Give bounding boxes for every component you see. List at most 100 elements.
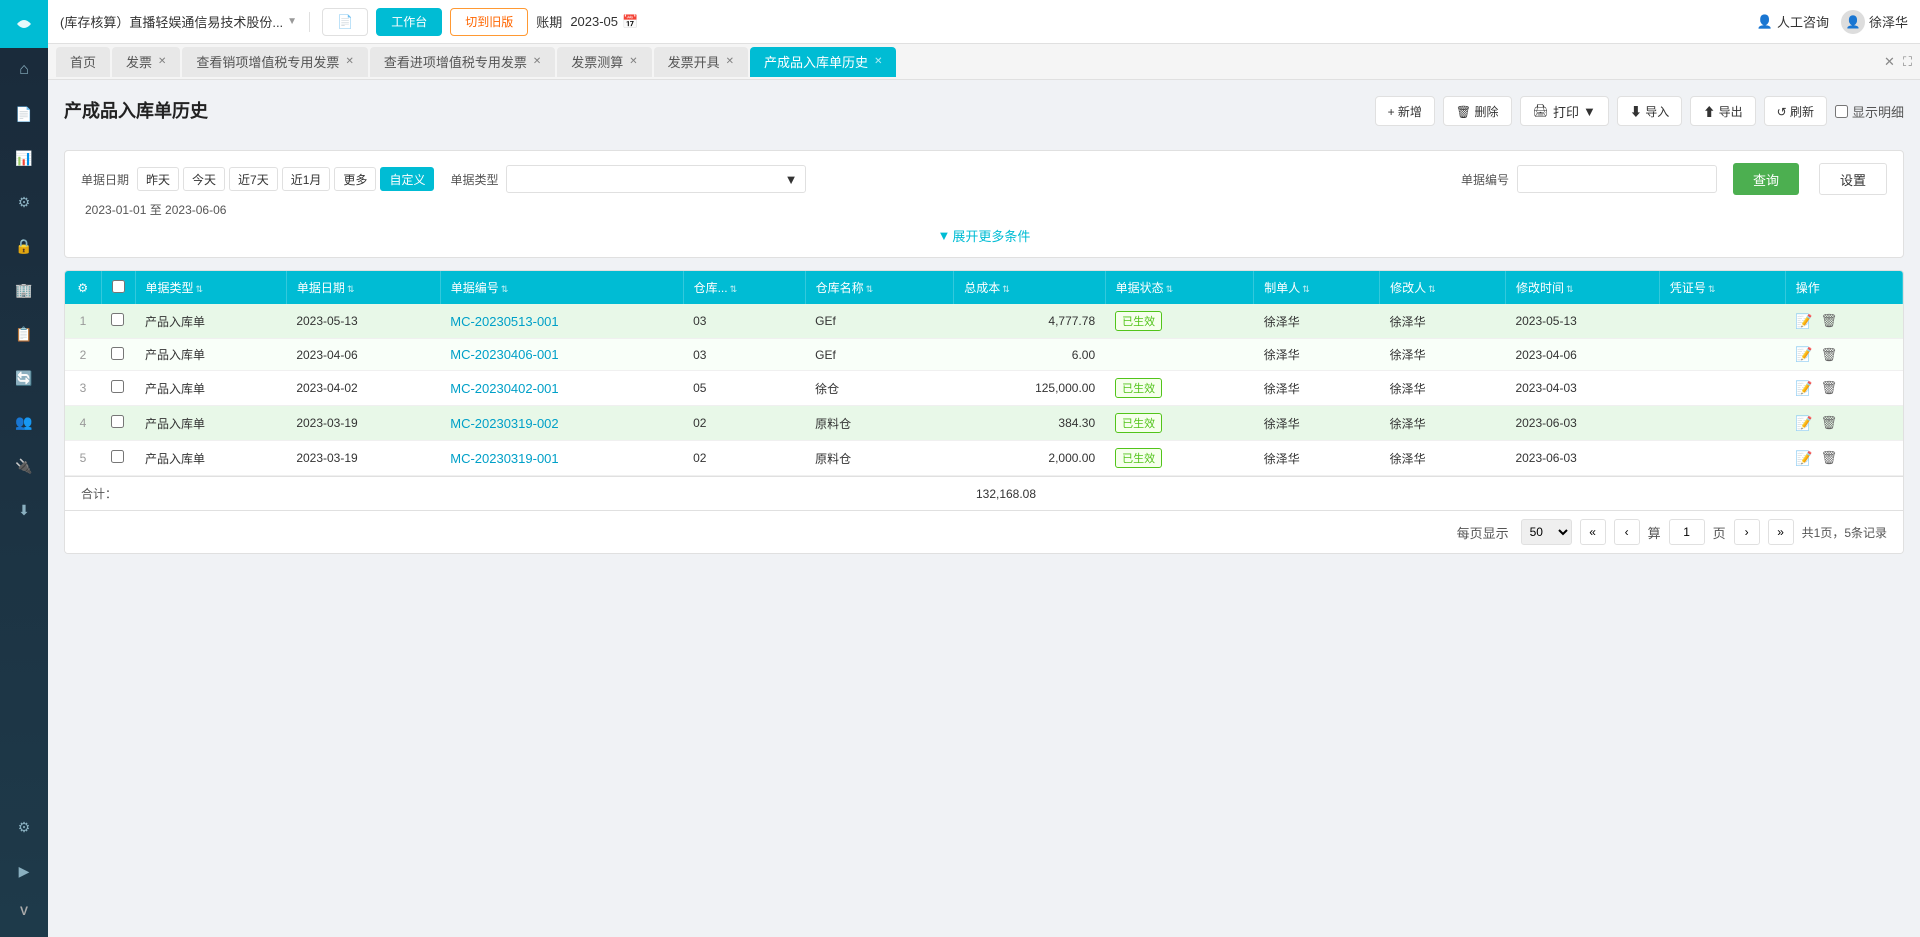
sidebar-item-video[interactable]: ▶ [0,849,48,893]
col-warehouse-name[interactable]: 仓库名称⇅ [805,271,954,304]
sidebar-item-flow[interactable]: 🔄 [0,356,48,400]
row-number[interactable]: MC-20230319-001 [440,441,683,476]
page-number-input[interactable] [1669,519,1705,545]
switch-version-button[interactable]: 切到旧版 [450,8,528,36]
sidebar-item-doc[interactable]: 📄 [0,92,48,136]
query-button[interactable]: 查询 [1733,163,1799,195]
set-button[interactable]: 设置 [1819,163,1887,195]
col-creator[interactable]: 制单人⇅ [1254,271,1380,304]
delete-button[interactable]: 🗑 删除 [1443,96,1512,126]
row-number-link[interactable]: MC-20230513-001 [450,314,558,329]
company-name[interactable]: (库存核算）直播轻娱通信易技术股份... ▼ [60,12,297,31]
export-button[interactable]: ⬆ 导出 [1690,96,1755,126]
row-edit-icon[interactable]: 📝 [1795,415,1812,432]
sidebar-item-version[interactable]: V [0,893,48,937]
select-all-checkbox[interactable] [112,280,125,293]
col-modify-time[interactable]: 修改时间⇅ [1505,271,1659,304]
row-checkbox[interactable] [111,450,124,463]
col-checkbox[interactable] [101,271,135,304]
row-checkbox[interactable] [111,380,124,393]
row-checkbox-cell[interactable] [101,441,135,476]
print-button[interactable]: 🖨 打印 ▼ [1520,96,1609,126]
sidebar-item-setting3[interactable]: ⚙ [0,805,48,849]
filter-last1m-btn[interactable]: 近1月 [282,167,331,191]
col-type[interactable]: 单据类型⇅ [135,271,286,304]
row-checkbox-cell[interactable] [101,304,135,339]
row-checkbox[interactable] [111,415,124,428]
col-total-cost[interactable]: 总成本⇅ [954,271,1105,304]
filter-number-input[interactable] [1517,165,1717,193]
row-number-link[interactable]: MC-20230319-001 [450,451,558,466]
tab-invoice-open-close[interactable]: ✕ [726,56,734,67]
col-warehouse-code[interactable]: 仓库...⇅ [683,271,805,304]
row-number[interactable]: MC-20230513-001 [440,304,683,339]
row-edit-icon[interactable]: 📝 [1795,346,1812,363]
last-page-btn[interactable]: » [1768,519,1794,545]
sidebar-item-org[interactable]: 🏢 [0,268,48,312]
support-link[interactable]: 👤 人工咨询 [1757,12,1829,31]
sidebar-item-person[interactable]: 👥 [0,400,48,444]
tab-invoice-calc[interactable]: 发票测算 ✕ [557,47,651,77]
calendar-icon[interactable]: 📅 [622,14,638,30]
tab-close-all-icon[interactable]: ✕ [1884,54,1895,70]
row-delete-icon[interactable]: 🗑 [1821,450,1838,466]
refresh-button[interactable]: ↺ 刷新 [1764,96,1827,126]
tab-home[interactable]: 首页 [56,47,110,77]
row-checkbox-cell[interactable] [101,339,135,371]
tab-product-inbound-close[interactable]: ✕ [874,56,882,67]
tab-sales-vat-close[interactable]: ✕ [345,56,353,67]
row-number-link[interactable]: MC-20230402-001 [450,381,558,396]
row-checkbox-cell[interactable] [101,406,135,441]
row-number-link[interactable]: MC-20230406-001 [450,347,558,362]
next-page-btn[interactable]: › [1734,519,1760,545]
display-detail-checkbox-label[interactable]: 显示明细 [1835,102,1904,121]
row-delete-icon[interactable]: 🗑 [1821,313,1838,329]
filter-last7-btn[interactable]: 近7天 [229,167,278,191]
row-number[interactable]: MC-20230319-002 [440,406,683,441]
display-detail-checkbox[interactable] [1835,105,1848,118]
tab-invoice-calc-close[interactable]: ✕ [629,56,637,67]
row-checkbox[interactable] [111,313,124,326]
tab-sales-vat[interactable]: 查看销项增值税专用发票 ✕ [182,47,367,77]
row-checkbox-cell[interactable] [101,371,135,406]
sidebar-item-home[interactable]: ⌂ [0,48,48,92]
sidebar-item-voucher[interactable]: 📋 [0,312,48,356]
row-number[interactable]: MC-20230402-001 [440,371,683,406]
row-edit-icon[interactable]: 📝 [1795,313,1812,330]
tab-product-inbound[interactable]: 产成品入库单历史 ✕ [750,47,896,77]
row-delete-icon[interactable]: 🗑 [1821,380,1838,396]
tab-invoice-close[interactable]: ✕ [158,56,166,67]
tab-purchase-vat[interactable]: 查看进项增值税专用发票 ✕ [370,47,555,77]
row-edit-icon[interactable]: 📝 [1795,450,1812,467]
user-info[interactable]: 👤 徐泽华 [1841,10,1908,34]
new-button[interactable]: + 新增 [1375,96,1435,126]
sidebar-item-settings[interactable]: ⚙ [0,180,48,224]
filter-custom-btn[interactable]: 自定义 [380,167,434,191]
import-button[interactable]: ⬇ 导入 [1617,96,1682,126]
prev-page-btn[interactable]: ‹ [1614,519,1640,545]
row-edit-icon[interactable]: 📝 [1795,380,1812,397]
col-date[interactable]: 单据日期⇅ [286,271,440,304]
sidebar-item-download[interactable]: ⬇ [0,488,48,532]
page-size-select[interactable]: 20 50 100 [1521,519,1572,545]
col-number[interactable]: 单据编号⇅ [440,271,683,304]
col-voucher[interactable]: 凭证号⇅ [1659,271,1785,304]
tab-maximize-icon[interactable]: ⛶ [1903,54,1912,70]
row-number-link[interactable]: MC-20230319-002 [450,416,558,431]
sidebar-item-chart[interactable]: 📊 [0,136,48,180]
workbench-button[interactable]: 工作台 [376,8,442,36]
row-number[interactable]: MC-20230406-001 [440,339,683,371]
tab-purchase-vat-close[interactable]: ✕ [533,56,541,67]
filter-type-select[interactable]: ▼ [506,165,806,193]
filter-yesterday-btn[interactable]: 昨天 [137,167,179,191]
tab-invoice-open[interactable]: 发票开具 ✕ [654,47,748,77]
sidebar-item-lock[interactable]: 🔒 [0,224,48,268]
col-status[interactable]: 单据状态⇅ [1105,271,1254,304]
tab-invoice[interactable]: 发票 ✕ [112,47,180,77]
sidebar-item-plugin[interactable]: 🔌 [0,444,48,488]
filter-today-btn[interactable]: 今天 [183,167,225,191]
row-delete-icon[interactable]: 🗑 [1821,347,1838,363]
row-delete-icon[interactable]: 🗑 [1821,415,1838,431]
filter-more-btn[interactable]: 更多 [334,167,376,191]
col-settings[interactable]: ⚙ [65,271,101,304]
